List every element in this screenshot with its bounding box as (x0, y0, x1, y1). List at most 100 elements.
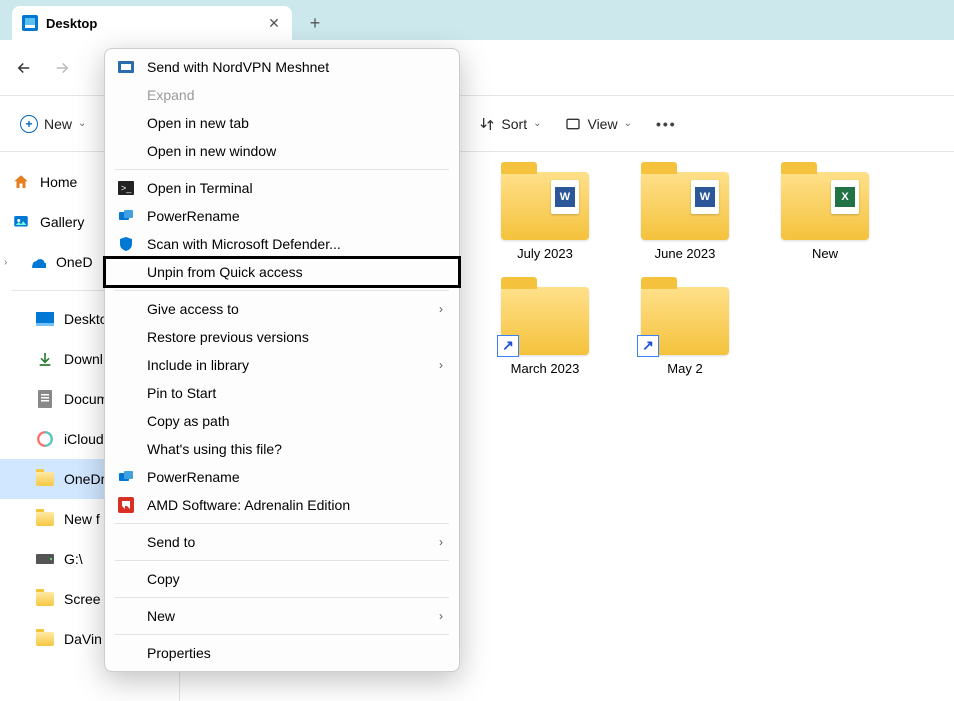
folder-item[interactable]: ↗ March 2023 (490, 287, 600, 405)
sidebar-item-label: Scree (64, 591, 101, 607)
sidebar-item-label: OneD (56, 254, 93, 270)
chevron-right-icon: › (439, 535, 443, 549)
folder-item[interactable]: ↗ May 2 (630, 287, 740, 405)
shortcut-arrow-icon: ↗ (497, 335, 519, 357)
folder-label: June 2023 (655, 246, 716, 263)
menu-item[interactable]: Scan with Microsoft Defender... (105, 230, 459, 258)
menu-item-label: New (147, 608, 175, 624)
menu-item[interactable]: Pin to Start (105, 379, 459, 407)
sidebar-item-label: New f (64, 511, 100, 527)
menu-item[interactable]: What's using this file? (105, 435, 459, 463)
desktop-icon (36, 310, 54, 328)
folder-icon: W (641, 172, 729, 240)
view-button[interactable]: View ⌄ (565, 116, 631, 132)
menu-item[interactable]: Open in new window (105, 137, 459, 165)
drive-icon (36, 550, 54, 568)
folder-icon: ↗ (641, 287, 729, 355)
meshnet-icon (117, 58, 135, 76)
menu-separator (115, 523, 449, 524)
new-tab-button[interactable]: + (298, 6, 332, 40)
menu-item[interactable]: Give access to › (105, 295, 459, 323)
chevron-right-icon: › (4, 257, 14, 268)
menu-item[interactable]: Restore previous versions (105, 323, 459, 351)
folder-icon: X (781, 172, 869, 240)
folder-icon (36, 590, 54, 608)
sidebar-item-label: Docum (64, 391, 108, 407)
menu-item[interactable]: >_ Open in Terminal (105, 174, 459, 202)
view-label: View (587, 116, 617, 132)
document-icon (36, 390, 54, 408)
menu-item-label: Pin to Start (147, 385, 216, 401)
home-icon (12, 173, 30, 191)
folder-label: March 2023 (511, 361, 580, 378)
menu-item[interactable]: PowerRename (105, 463, 459, 491)
menu-item[interactable]: New › (105, 602, 459, 630)
forward-button[interactable] (52, 59, 72, 77)
new-button[interactable]: + New ⌄ (20, 115, 86, 133)
menu-item-label: Give access to (147, 301, 239, 317)
menu-item-label: Restore previous versions (147, 329, 309, 345)
sidebar-item-label: iCloud (64, 431, 104, 447)
menu-separator (115, 560, 449, 561)
menu-item[interactable]: PowerRename (105, 202, 459, 230)
menu-item[interactable]: Copy (105, 565, 459, 593)
menu-item[interactable]: Include in library› (105, 351, 459, 379)
folder-label: May 2 (667, 361, 702, 378)
menu-item-label: Open in new tab (147, 115, 249, 131)
folder-item[interactable]: W July 2023 (490, 172, 600, 263)
close-icon[interactable]: ✕ (266, 15, 282, 31)
tab-title: Desktop (46, 16, 258, 31)
menu-item-label: Open in Terminal (147, 180, 253, 196)
menu-item-label: Copy (147, 571, 180, 587)
menu-item-label: Open in new window (147, 143, 276, 159)
defender-icon (117, 235, 135, 253)
folder-icon: ↗ (501, 287, 589, 355)
menu-item[interactable]: Send with NordVPN Meshnet (105, 53, 459, 81)
folder-icon (36, 630, 54, 648)
folder-icon: W (501, 172, 589, 240)
new-label: New (44, 116, 72, 132)
more-button[interactable]: ••• (656, 116, 677, 132)
folder-icon (36, 470, 54, 488)
onedrive-icon (28, 253, 46, 271)
folder-item[interactable]: W June 2023 (630, 172, 740, 263)
sidebar-item-label: DaVin (64, 631, 102, 647)
menu-item-label: Properties (147, 645, 211, 661)
folder-icon (36, 510, 54, 528)
chevron-down-icon: ⌄ (533, 118, 541, 129)
menu-item[interactable]: Send to› (105, 528, 459, 556)
shortcut-arrow-icon: ↗ (637, 335, 659, 357)
terminal-icon: >_ (117, 179, 135, 197)
menu-item-label: Expand (147, 87, 194, 103)
menu-item[interactable]: Open in new tab (105, 109, 459, 137)
menu-item-label: PowerRename (147, 469, 240, 485)
sidebar-item-label: Gallery (40, 214, 84, 230)
chevron-right-icon: › (439, 302, 443, 316)
menu-item[interactable]: Copy as path (105, 407, 459, 435)
powerrename-icon (117, 468, 135, 486)
menu-separator (115, 290, 449, 291)
chevron-down-icon: ⌄ (78, 118, 86, 129)
view-icon (565, 116, 581, 132)
chevron-down-icon: ⌄ (624, 118, 632, 129)
tab-desktop[interactable]: Desktop ✕ (12, 6, 292, 40)
menu-item[interactable]: AMD Software: Adrenalin Edition (105, 491, 459, 519)
icloud-icon (36, 430, 54, 448)
menu-item[interactable]: Unpin from Quick access (105, 258, 459, 286)
plus-icon: + (20, 115, 38, 133)
sort-label: Sort (501, 116, 527, 132)
menu-item-label: AMD Software: Adrenalin Edition (147, 497, 350, 513)
folder-item[interactable]: XNew (770, 172, 880, 263)
amd-icon (117, 496, 135, 514)
sidebar-item-label: G:\ (64, 551, 83, 567)
sort-button[interactable]: Sort ⌄ (479, 116, 541, 132)
powerrename-icon (117, 207, 135, 225)
gallery-icon (12, 213, 30, 231)
back-button[interactable] (14, 59, 34, 77)
folder-label: July 2023 (517, 246, 573, 263)
menu-item[interactable]: Properties (105, 639, 459, 667)
sidebar-item-label: Home (40, 174, 77, 190)
menu-item-label: Include in library (147, 357, 249, 373)
chevron-right-icon: › (439, 609, 443, 623)
desktop-icon (22, 15, 38, 31)
